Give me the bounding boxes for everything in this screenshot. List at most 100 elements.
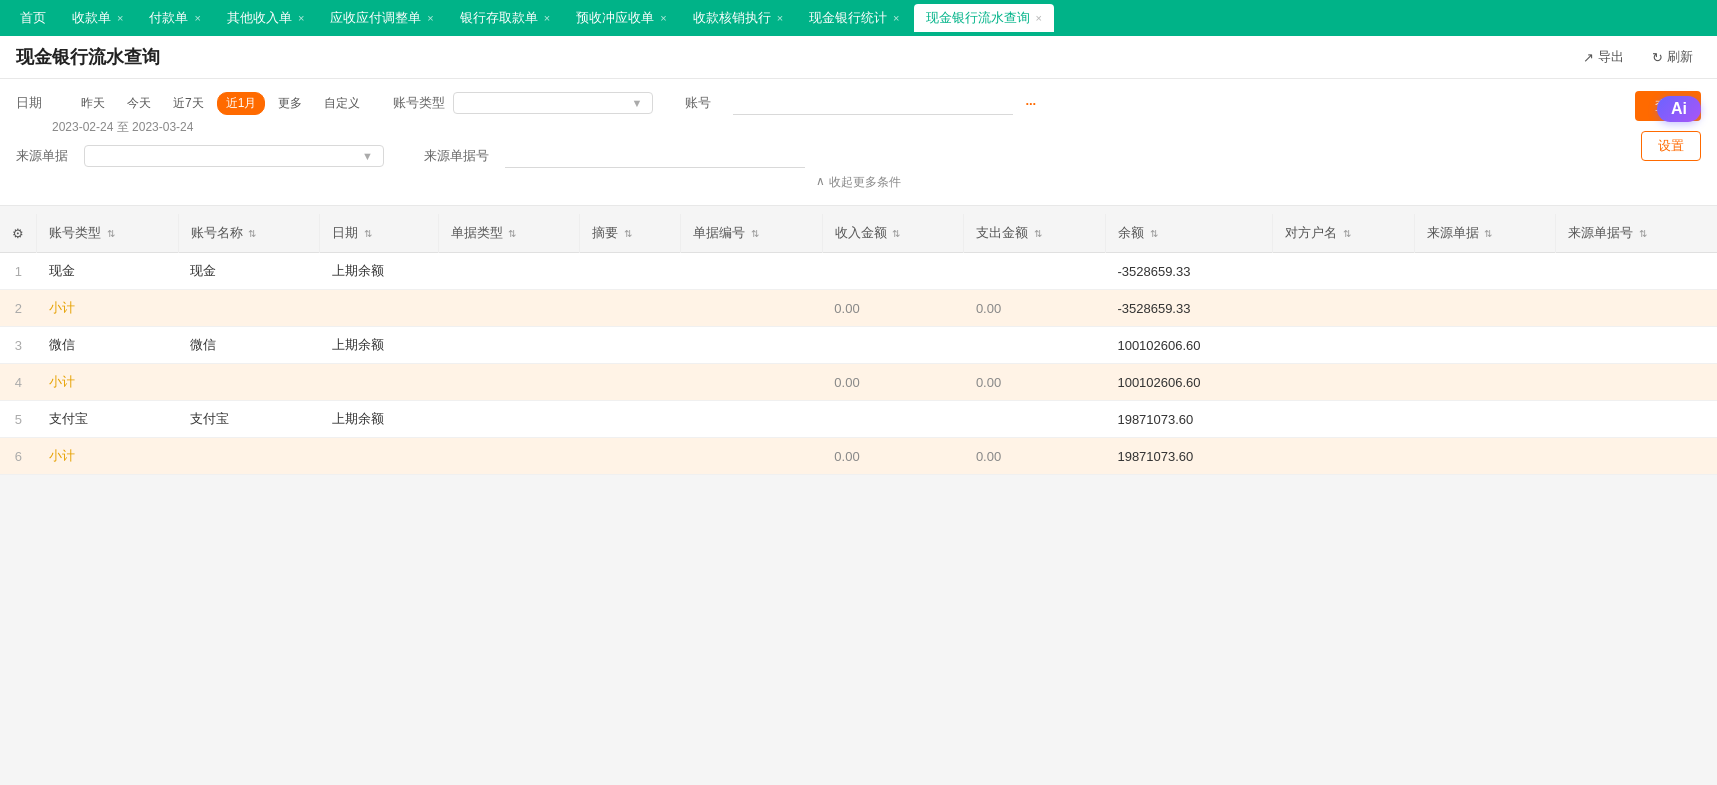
cell-doc_type	[438, 438, 580, 475]
account-filter: 账号 ···	[685, 91, 1040, 115]
cell-account_name	[178, 290, 320, 327]
cell-source_doc	[1414, 253, 1556, 290]
source-doc-no-label: 来源单据号	[424, 147, 489, 165]
data-table: ⚙ 账号类型 ⇅账号名称 ⇅日期 ⇅单据类型 ⇅摘要 ⇅单据编号 ⇅收入金额 ⇅…	[0, 214, 1717, 475]
sort-icon-source_doc_no[interactable]: ⇅	[1639, 228, 1647, 239]
nav-tab-收款单[interactable]: 收款单×	[60, 4, 135, 32]
th-source_doc: 来源单据 ⇅	[1414, 214, 1556, 253]
cell-account_type: 现金	[37, 253, 179, 290]
filter-area: 日期 昨天今天近7天近1月更多自定义 账号类型 ▼ 账号	[0, 79, 1717, 206]
cell-doc_type	[438, 290, 580, 327]
cell-date: 上期余额	[320, 401, 439, 438]
th-source_doc_no: 来源单据号 ⇅	[1556, 214, 1717, 253]
table-row: 6小计0.000.0019871073.60	[0, 438, 1717, 475]
collapse-label: 收起更多条件	[829, 174, 901, 191]
cell-date: 上期余额	[320, 327, 439, 364]
close-tab-icon[interactable]: ×	[427, 12, 433, 24]
export-button[interactable]: ↗ 导出	[1575, 44, 1632, 70]
cell-idx: 6	[0, 438, 37, 475]
sort-icon-balance[interactable]: ⇅	[1150, 228, 1158, 239]
date-filter-label: 日期	[16, 94, 56, 112]
close-tab-icon[interactable]: ×	[660, 12, 666, 24]
cell-income: 0.00	[822, 364, 964, 401]
table-container: ⚙ 账号类型 ⇅账号名称 ⇅日期 ⇅单据类型 ⇅摘要 ⇅单据编号 ⇅收入金额 ⇅…	[0, 214, 1717, 475]
sort-icon-doc_type[interactable]: ⇅	[508, 228, 516, 239]
cell-summary	[580, 327, 681, 364]
cell-source_doc_no	[1556, 401, 1717, 438]
cell-expense: 0.00	[964, 364, 1106, 401]
cell-expense: 0.00	[964, 290, 1106, 327]
nav-tab-收款核销执行[interactable]: 收款核销执行×	[681, 4, 795, 32]
dots-button[interactable]: ···	[1021, 96, 1040, 111]
source-doc-no-input[interactable]	[505, 144, 805, 168]
account-type-select[interactable]: ▼	[453, 92, 653, 114]
sort-icon-doc_no[interactable]: ⇅	[751, 228, 759, 239]
settings-icon: ⚙	[12, 226, 24, 241]
table-row: 5支付宝支付宝上期余额19871073.60	[0, 401, 1717, 438]
date-option-自定义[interactable]: 自定义	[315, 92, 369, 115]
th-settings[interactable]: ⚙	[0, 214, 37, 253]
cell-source_doc_no	[1556, 253, 1717, 290]
cell-source_doc	[1414, 438, 1556, 475]
cell-account_name	[178, 364, 320, 401]
cell-expense	[964, 327, 1106, 364]
cell-idx: 4	[0, 364, 37, 401]
table-row: 2小计0.000.00-3528659.33	[0, 290, 1717, 327]
sort-icon-source_doc[interactable]: ⇅	[1484, 228, 1492, 239]
nav-tab-现金银行统计[interactable]: 现金银行统计×	[797, 4, 911, 32]
nav-tab-首页[interactable]: 首页	[8, 4, 58, 32]
cell-source_doc_no	[1556, 290, 1717, 327]
cell-summary	[580, 253, 681, 290]
cell-balance: 19871073.60	[1105, 438, 1272, 475]
nav-tab-预收冲应收单[interactable]: 预收冲应收单×	[564, 4, 678, 32]
sort-icon-date[interactable]: ⇅	[364, 228, 372, 239]
close-tab-icon[interactable]: ×	[777, 12, 783, 24]
sort-icon-expense[interactable]: ⇅	[1034, 228, 1042, 239]
nav-tab-现金银行流水查询[interactable]: 现金银行流水查询×	[914, 4, 1054, 32]
cell-doc_no	[681, 438, 823, 475]
cell-income	[822, 401, 964, 438]
date-option-近7天[interactable]: 近7天	[164, 92, 213, 115]
close-tab-icon[interactable]: ×	[194, 12, 200, 24]
sort-icon-income[interactable]: ⇅	[892, 228, 900, 239]
cell-account_name: 现金	[178, 253, 320, 290]
ai-badge[interactable]: Ai	[1657, 96, 1701, 122]
chevron-down-source-icon: ▼	[362, 150, 373, 162]
sort-icon-summary[interactable]: ⇅	[624, 228, 632, 239]
cell-summary	[580, 290, 681, 327]
cell-doc_type	[438, 327, 580, 364]
date-option-更多[interactable]: 更多	[269, 92, 311, 115]
cell-account_name	[178, 438, 320, 475]
nav-tab-银行存取款单[interactable]: 银行存取款单×	[448, 4, 562, 32]
cell-counterpart	[1273, 327, 1415, 364]
cell-date	[320, 364, 439, 401]
date-option-近1月[interactable]: 近1月	[217, 92, 266, 115]
sort-icon-account_name[interactable]: ⇅	[248, 228, 256, 239]
nav-tab-其他收入单[interactable]: 其他收入单×	[215, 4, 316, 32]
collapse-bar[interactable]: ∧ 收起更多条件	[16, 168, 1701, 193]
nav-tab-应收应付调整单[interactable]: 应收应付调整单×	[318, 4, 445, 32]
close-tab-icon[interactable]: ×	[1036, 12, 1042, 24]
cell-counterpart	[1273, 438, 1415, 475]
sort-icon-counterpart[interactable]: ⇅	[1343, 228, 1351, 239]
cell-source_doc_no	[1556, 438, 1717, 475]
source-doc-select[interactable]: ▼	[84, 145, 384, 167]
close-tab-icon[interactable]: ×	[893, 12, 899, 24]
nav-tab-付款单[interactable]: 付款单×	[137, 4, 212, 32]
close-tab-icon[interactable]: ×	[544, 12, 550, 24]
close-tab-icon[interactable]: ×	[298, 12, 304, 24]
cell-account_type: 小计	[37, 364, 179, 401]
refresh-button[interactable]: ↻ 刷新	[1644, 44, 1701, 70]
cell-balance: -3528659.33	[1105, 290, 1272, 327]
settings-button[interactable]: 设置	[1641, 131, 1701, 161]
cell-doc_no	[681, 327, 823, 364]
sort-icon-account_type[interactable]: ⇅	[107, 228, 115, 239]
account-input[interactable]	[733, 91, 1013, 115]
close-tab-icon[interactable]: ×	[117, 12, 123, 24]
date-option-昨天[interactable]: 昨天	[72, 92, 114, 115]
cell-source_doc_no	[1556, 364, 1717, 401]
cell-balance: 19871073.60	[1105, 401, 1272, 438]
cell-counterpart	[1273, 364, 1415, 401]
date-option-今天[interactable]: 今天	[118, 92, 160, 115]
cell-balance: 100102606.60	[1105, 364, 1272, 401]
